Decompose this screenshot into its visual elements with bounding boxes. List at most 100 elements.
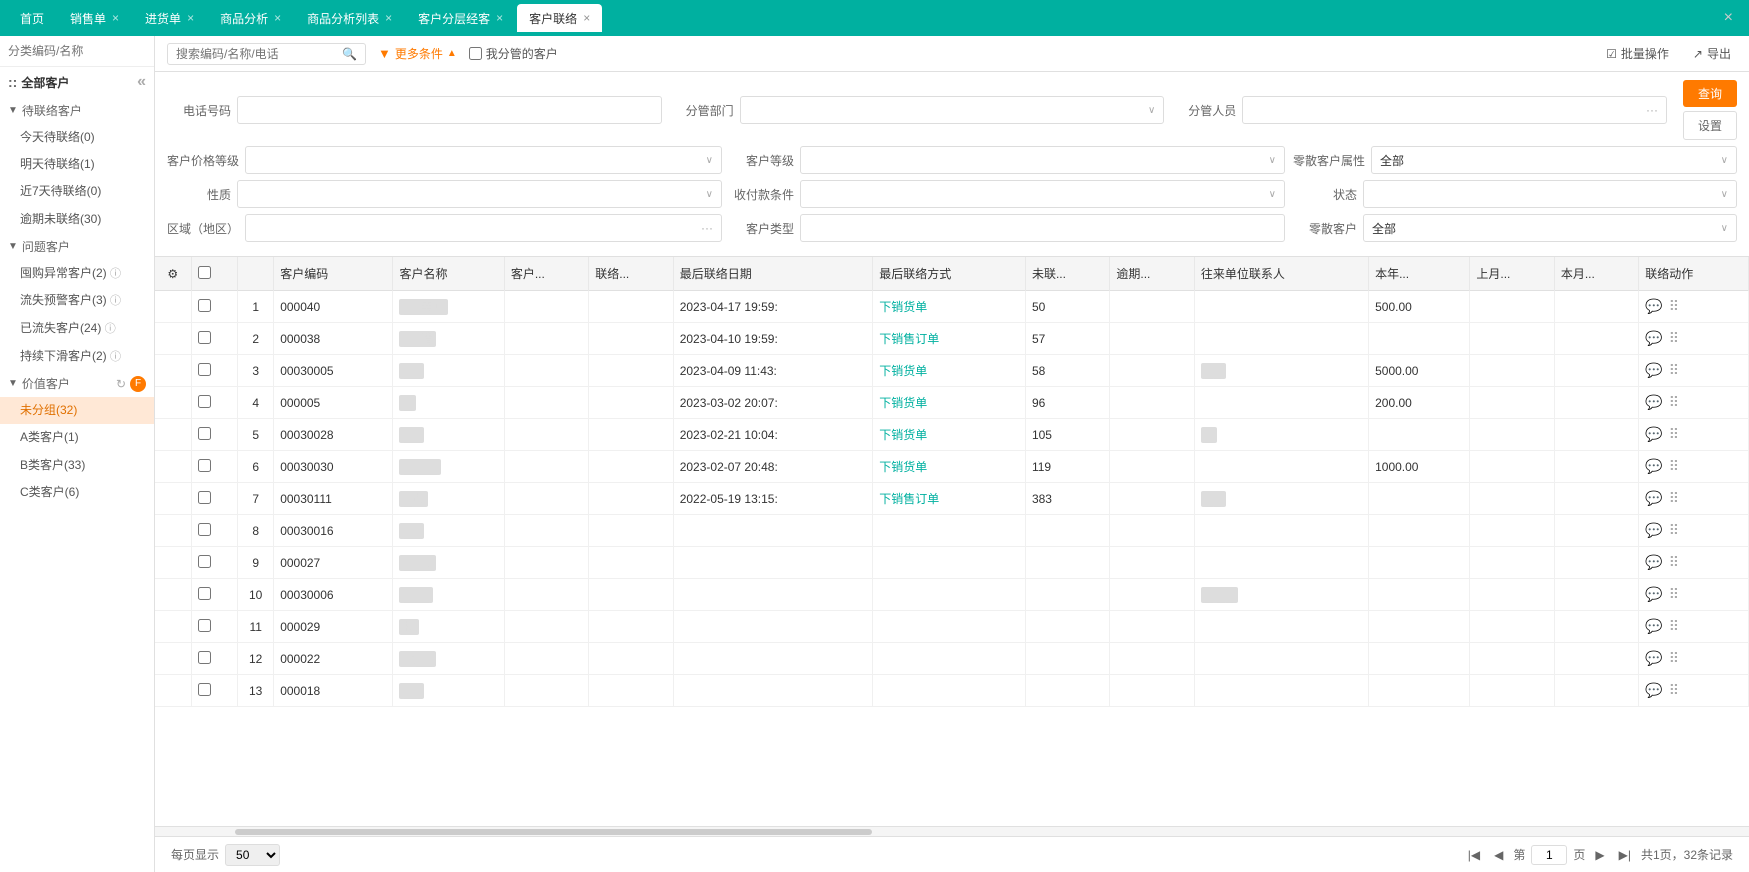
- scrollbar-thumb[interactable]: [235, 829, 873, 835]
- grid-action-icon[interactable]: ⠿: [1669, 554, 1679, 571]
- query-button[interactable]: 查询: [1683, 80, 1737, 107]
- td-checkbox[interactable]: [191, 323, 238, 355]
- prev-page-button[interactable]: ◀: [1490, 846, 1507, 864]
- th-name[interactable]: 客户名称: [393, 257, 504, 291]
- td-checkbox[interactable]: [191, 419, 238, 451]
- export-button[interactable]: ↗ 导出: [1687, 42, 1737, 65]
- tab-customer-segment-close[interactable]: ×: [496, 11, 503, 25]
- th-code[interactable]: 客户编码: [274, 257, 393, 291]
- comment-icon[interactable]: 💬: [1645, 650, 1662, 667]
- td-checkbox[interactable]: [191, 547, 238, 579]
- last-page-button[interactable]: ▶|: [1615, 846, 1635, 864]
- manager-input[interactable]: ···: [1242, 96, 1667, 124]
- sidebar-group-pending-contact[interactable]: ▼ 待联络客户: [0, 97, 154, 124]
- sidebar-item-unclassified[interactable]: 未分组(32): [0, 397, 154, 424]
- tab-product-analysis-list[interactable]: 商品分析列表 ×: [295, 4, 404, 32]
- tab-purchase-close[interactable]: ×: [187, 11, 194, 25]
- refresh-icon[interactable]: ↻: [116, 377, 126, 391]
- comment-icon[interactable]: 💬: [1645, 298, 1662, 315]
- all-customers-header[interactable]: :: 全部客户 «: [0, 67, 154, 97]
- tab-sales[interactable]: 销售单 ×: [58, 4, 131, 32]
- td-checkbox[interactable]: [191, 451, 238, 483]
- th-checkbox[interactable]: [191, 257, 238, 291]
- th-gear[interactable]: ⚙: [155, 257, 191, 291]
- phone-input[interactable]: [237, 96, 662, 124]
- grid-action-icon[interactable]: ⠿: [1669, 362, 1679, 379]
- td-checkbox[interactable]: [191, 611, 238, 643]
- grid-action-icon[interactable]: ⠿: [1669, 682, 1679, 699]
- page-number-input[interactable]: [1531, 845, 1567, 865]
- search-input[interactable]: [176, 47, 336, 61]
- grid-action-icon[interactable]: ⠿: [1669, 490, 1679, 507]
- comment-icon[interactable]: 💬: [1645, 522, 1662, 539]
- comment-icon[interactable]: 💬: [1645, 458, 1662, 475]
- sidebar-item-churned[interactable]: 已流失客户(24) ⓘ: [0, 315, 154, 343]
- customer-type-input[interactable]: [800, 214, 1285, 242]
- sidebar-group-value[interactable]: ▼ 价值客户 ↻ F: [0, 370, 154, 397]
- grid-action-icon[interactable]: ⠿: [1669, 298, 1679, 315]
- td-checkbox[interactable]: [191, 515, 238, 547]
- tab-home[interactable]: 首页: [8, 4, 56, 32]
- th-contact[interactable]: 联络...: [589, 257, 673, 291]
- td-checkbox[interactable]: [191, 387, 238, 419]
- tab-customer-contact[interactable]: 客户联络 ×: [517, 4, 602, 32]
- th-this-month[interactable]: 本月...: [1554, 257, 1638, 291]
- tab-product-analysis-close[interactable]: ×: [274, 11, 281, 25]
- comment-icon[interactable]: 💬: [1645, 490, 1662, 507]
- th-this-year[interactable]: 本年...: [1369, 257, 1470, 291]
- th-no-contact[interactable]: 未联...: [1025, 257, 1109, 291]
- sidebar-item-7days[interactable]: 近7天待联络(0): [0, 178, 154, 205]
- department-input[interactable]: ∨: [740, 96, 1165, 124]
- th-last-contact-date[interactable]: 最后联络日期: [673, 257, 873, 291]
- comment-icon[interactable]: 💬: [1645, 554, 1662, 571]
- grid-action-icon[interactable]: ⠿: [1669, 650, 1679, 667]
- status-input[interactable]: ∨: [1363, 180, 1737, 208]
- region-input[interactable]: ···: [245, 214, 722, 242]
- batch-operation-button[interactable]: ☑ 批量操作: [1600, 42, 1675, 65]
- sidebar-item-class-b[interactable]: B类客户(33): [0, 452, 154, 479]
- comment-icon[interactable]: 💬: [1645, 586, 1662, 603]
- select-all-checkbox[interactable]: [198, 266, 211, 279]
- reset-button[interactable]: 设置: [1683, 111, 1737, 140]
- sidebar-item-overdue[interactable]: 逾期未联络(30): [0, 206, 154, 233]
- comment-icon[interactable]: 💬: [1645, 394, 1662, 411]
- retail-customer-input[interactable]: 全部∨: [1363, 214, 1737, 242]
- comment-icon[interactable]: 💬: [1645, 330, 1662, 347]
- tab-purchase[interactable]: 进货单 ×: [133, 4, 206, 32]
- payment-input[interactable]: ∨: [800, 180, 1285, 208]
- sidebar-item-class-c[interactable]: C类客户(6): [0, 479, 154, 506]
- retail-attr-input[interactable]: 全部∨: [1371, 146, 1737, 174]
- tab-product-analysis[interactable]: 商品分析 ×: [208, 4, 293, 32]
- grid-action-icon[interactable]: ⠿: [1669, 330, 1679, 347]
- sidebar-item-tomorrow[interactable]: 明天待联络(1): [0, 151, 154, 178]
- grid-action-icon[interactable]: ⠿: [1669, 426, 1679, 443]
- tab-product-analysis-list-close[interactable]: ×: [385, 11, 392, 25]
- th-type[interactable]: 客户...: [504, 257, 588, 291]
- tab-customer-segment[interactable]: 客户分层经客 ×: [406, 4, 515, 32]
- th-overdue[interactable]: 逾期...: [1110, 257, 1194, 291]
- sidebar-item-declining[interactable]: 持续下滑客户(2) ⓘ: [0, 343, 154, 371]
- tab-customer-contact-close[interactable]: ×: [583, 11, 590, 25]
- comment-icon[interactable]: 💬: [1645, 618, 1662, 635]
- comment-icon[interactable]: 💬: [1645, 682, 1662, 699]
- th-contacts[interactable]: 往来单位联系人: [1194, 257, 1368, 291]
- grid-action-icon[interactable]: ⠿: [1669, 586, 1679, 603]
- search-icon[interactable]: 🔍: [342, 47, 357, 61]
- tab-sales-close[interactable]: ×: [112, 11, 119, 25]
- horizontal-scrollbar[interactable]: [155, 826, 1749, 836]
- td-checkbox[interactable]: [191, 483, 238, 515]
- sidebar-search-input[interactable]: [8, 44, 155, 58]
- sidebar-item-abnormal[interactable]: 囤购异常客户(2) ⓘ: [0, 260, 154, 288]
- th-last-month[interactable]: 上月...: [1470, 257, 1554, 291]
- first-page-button[interactable]: |◀: [1464, 846, 1484, 864]
- grid-action-icon[interactable]: ⠿: [1669, 522, 1679, 539]
- window-close-button[interactable]: ×: [1716, 9, 1741, 27]
- my-customers-checkbox[interactable]: 我分管的客户: [469, 45, 558, 62]
- td-checkbox[interactable]: [191, 675, 238, 707]
- grid-action-icon[interactable]: ⠿: [1669, 394, 1679, 411]
- comment-icon[interactable]: 💬: [1645, 426, 1662, 443]
- td-checkbox[interactable]: [191, 579, 238, 611]
- sidebar-group-problem[interactable]: ▼ 问题客户: [0, 233, 154, 260]
- grid-action-icon[interactable]: ⠿: [1669, 618, 1679, 635]
- sidebar-item-churn-warning[interactable]: 流失预警客户(3) ⓘ: [0, 287, 154, 315]
